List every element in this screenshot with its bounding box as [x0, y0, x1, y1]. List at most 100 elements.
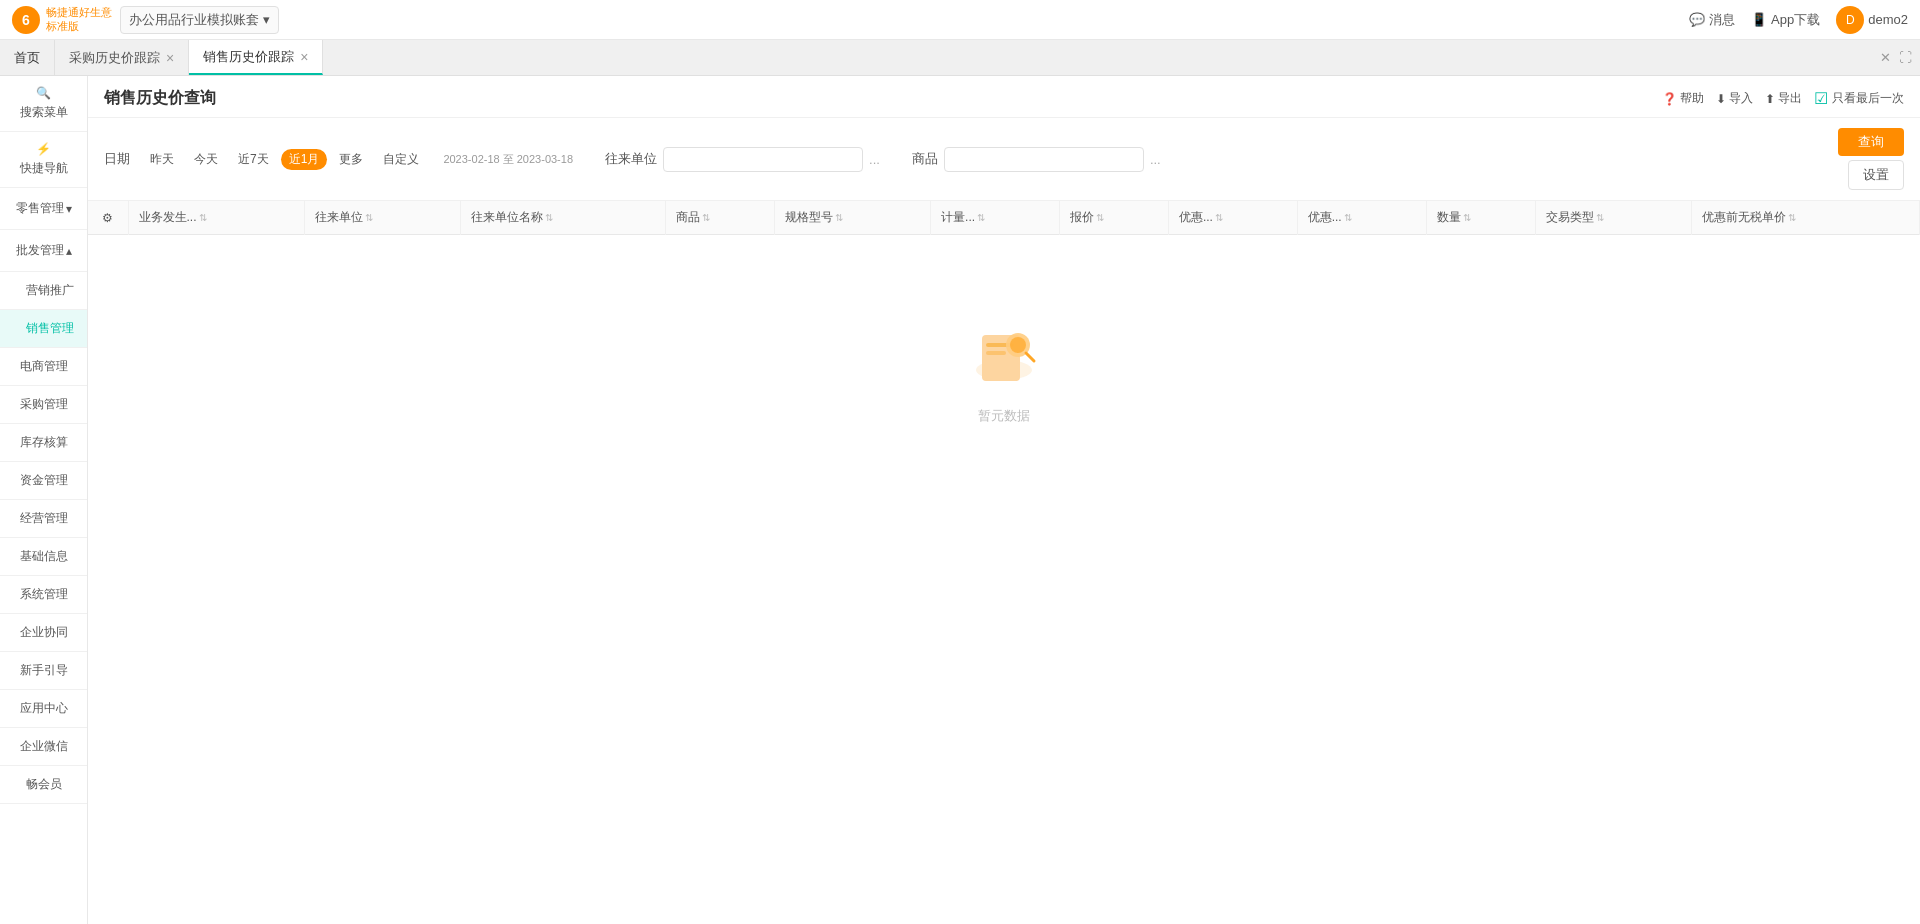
- sidebar-item-search-menu[interactable]: 🔍 搜索菜单: [0, 76, 87, 132]
- logo-text: 畅捷通好生意 标准版: [46, 6, 112, 32]
- tab-sales-history[interactable]: 销售历史价跟踪 ×: [189, 40, 323, 75]
- sort-icon: ⇅: [1096, 212, 1104, 223]
- avatar: D: [1836, 6, 1864, 34]
- tab-home[interactable]: 首页: [0, 40, 55, 75]
- sort-icon: ⇅: [1463, 212, 1471, 223]
- message-icon: 💬: [1689, 12, 1705, 27]
- sort-icon: ⇅: [1215, 212, 1223, 223]
- empty-text: 暂元数据: [978, 407, 1030, 425]
- table-header-row: ⚙ 业务发生... ⇅ 往来单位: [88, 201, 1920, 235]
- sidebar-item-finance-mgmt[interactable]: 资金管理: [0, 462, 87, 500]
- product-dots[interactable]: ...: [1150, 152, 1161, 167]
- sidebar-item-app-center[interactable]: 应用中心: [0, 690, 87, 728]
- app-selector-label: 办公用品行业模拟账套: [129, 11, 259, 29]
- sidebar-item-basic-info[interactable]: 基础信息: [0, 538, 87, 576]
- th-biz-date[interactable]: 业务发生... ⇅: [128, 201, 304, 235]
- main-layout: 🔍 搜索菜单 ⚡ 快捷导航 零售管理 ▾ 批发管理 ▴ 营销推广 销售管理 电商…: [0, 76, 1920, 924]
- sidebar-item-system-mgmt[interactable]: 系统管理: [0, 576, 87, 614]
- sort-icon: ⇅: [1344, 212, 1352, 223]
- th-spec[interactable]: 规格型号 ⇅: [774, 201, 931, 235]
- product-input[interactable]: [944, 147, 1144, 172]
- user-profile[interactable]: D demo2: [1836, 6, 1908, 34]
- sidebar-item-marketing[interactable]: 营销推广: [0, 272, 87, 310]
- sidebar-item-enterprise-wechat[interactable]: 企业微信: [0, 728, 87, 766]
- sidebar-item-ecommerce-mgmt[interactable]: 电商管理: [0, 348, 87, 386]
- sidebar-item-sales-mgmt[interactable]: 销售管理: [0, 310, 87, 348]
- help-button[interactable]: ❓ 帮助: [1662, 90, 1704, 107]
- show-last-only-checkbox[interactable]: ☑ 只看最后一次: [1814, 89, 1904, 108]
- sidebar-item-enterprise-collab[interactable]: 企业协同: [0, 614, 87, 652]
- content-area: 销售历史价查询 ❓ 帮助 ⬇ 导入 ⬆ 导出 ☑: [88, 76, 1920, 924]
- maximize-window-icon[interactable]: ⛶: [1899, 50, 1912, 65]
- search-menu-icon: 🔍: [36, 86, 51, 100]
- last7days-pill[interactable]: 近7天: [230, 149, 277, 170]
- query-button[interactable]: 查询: [1838, 128, 1904, 156]
- th-discount2[interactable]: 优惠... ⇅: [1297, 201, 1426, 235]
- today-pill[interactable]: 今天: [186, 149, 226, 170]
- sort-icon: ⇅: [365, 212, 373, 223]
- tab-purchase-history[interactable]: 采购历史价跟踪 ×: [55, 40, 189, 75]
- sidebar-item-wholesale-mgmt[interactable]: 批发管理 ▴: [0, 230, 87, 272]
- purchase-history-tab-close[interactable]: ×: [166, 51, 174, 65]
- logo-icon: 6: [12, 6, 40, 34]
- tab-bar: 首页 采购历史价跟踪 × 销售历史价跟踪 × ✕ ⛶: [0, 40, 1920, 76]
- page-title: 销售历史价查询: [104, 88, 216, 109]
- sidebar-item-retail-mgmt[interactable]: 零售管理 ▾: [0, 188, 87, 230]
- svg-line-6: [1026, 353, 1034, 361]
- app-selector[interactable]: 办公用品行业模拟账套 ▾: [120, 6, 279, 34]
- sort-icon: ⇅: [199, 212, 207, 223]
- sort-icon: ⇅: [702, 212, 710, 223]
- sidebar-item-purchase-mgmt[interactable]: 采购管理: [0, 386, 87, 424]
- last1month-pill[interactable]: 近1月: [281, 149, 328, 170]
- filter-area: 日期 昨天 今天 近7天 近1月 更多 自定义 2023-02-18 至 202…: [88, 118, 1920, 201]
- th-trade-type[interactable]: 交易类型 ⇅: [1535, 201, 1692, 235]
- sidebar-item-member[interactable]: 畅会员: [0, 766, 87, 804]
- more-date-pill[interactable]: 更多: [331, 149, 371, 170]
- page-content: 销售历史价查询 ❓ 帮助 ⬇ 导入 ⬆ 导出 ☑: [88, 76, 1920, 924]
- settings-button[interactable]: 设置: [1848, 160, 1904, 190]
- import-button[interactable]: ⬇ 导入: [1716, 90, 1753, 107]
- home-tab-label: 首页: [14, 49, 40, 67]
- help-icon: ❓: [1662, 92, 1677, 106]
- purchase-history-tab-label: 采购历史价跟踪: [69, 49, 160, 67]
- th-discount1[interactable]: 优惠... ⇅: [1168, 201, 1297, 235]
- custom-date-pill[interactable]: 自定义: [375, 149, 427, 170]
- date-range-text: 2023-02-18 至 2023-03-18: [443, 152, 573, 167]
- message-action[interactable]: 💬 消息: [1689, 11, 1735, 29]
- app-download-icon: 📱: [1751, 12, 1767, 27]
- sort-icon: ⇅: [1596, 212, 1604, 223]
- sort-icon: ⇅: [977, 212, 985, 223]
- th-partner-code[interactable]: 往来单位 ⇅: [304, 201, 461, 235]
- sidebar-item-operations-mgmt[interactable]: 经营管理: [0, 500, 87, 538]
- th-unit[interactable]: 计量... ⇅: [931, 201, 1060, 235]
- partner-filter-label: 往来单位: [605, 150, 657, 168]
- th-partner-name[interactable]: 往来单位名称 ⇅: [461, 201, 665, 235]
- th-qty[interactable]: 数量 ⇅: [1426, 201, 1535, 235]
- close-window-icon[interactable]: ✕: [1880, 50, 1891, 65]
- page-header: 销售历史价查询 ❓ 帮助 ⬇ 导入 ⬆ 导出 ☑: [88, 76, 1920, 118]
- checkbox-icon: ☑: [1814, 89, 1828, 108]
- sidebar-item-inventory[interactable]: 库存核算: [0, 424, 87, 462]
- empty-icon: [964, 315, 1044, 395]
- sidebar-item-quick-nav[interactable]: ⚡ 快捷导航: [0, 132, 87, 188]
- sidebar-item-beginner-guide[interactable]: 新手引导: [0, 652, 87, 690]
- app-download-action[interactable]: 📱 App下载: [1751, 11, 1820, 29]
- top-bar-right: 💬 消息 📱 App下载 D demo2: [1689, 6, 1908, 34]
- partner-input[interactable]: [663, 147, 863, 172]
- svg-point-5: [1010, 337, 1026, 353]
- sales-history-tab-label: 销售历史价跟踪: [203, 48, 294, 66]
- chevron-up-icon: ▴: [66, 244, 72, 258]
- empty-state: 暂元数据: [88, 235, 1920, 485]
- th-settings[interactable]: ⚙: [88, 201, 128, 235]
- date-filter-label: 日期: [104, 150, 130, 168]
- export-button[interactable]: ⬆ 导出: [1765, 90, 1802, 107]
- chevron-down-icon: ▾: [66, 202, 72, 216]
- th-quote[interactable]: 报价 ⇅: [1059, 201, 1168, 235]
- th-pre-tax-price[interactable]: 优惠前无税单价 ⇅: [1692, 201, 1920, 235]
- yesterday-pill[interactable]: 昨天: [142, 149, 182, 170]
- sort-icon: ⇅: [545, 212, 553, 223]
- page-header-actions: ❓ 帮助 ⬇ 导入 ⬆ 导出 ☑ 只看最后一次: [1662, 89, 1904, 108]
- sales-history-tab-close[interactable]: ×: [300, 50, 308, 64]
- partner-dots[interactable]: ...: [869, 152, 880, 167]
- th-product[interactable]: 商品 ⇅: [665, 201, 774, 235]
